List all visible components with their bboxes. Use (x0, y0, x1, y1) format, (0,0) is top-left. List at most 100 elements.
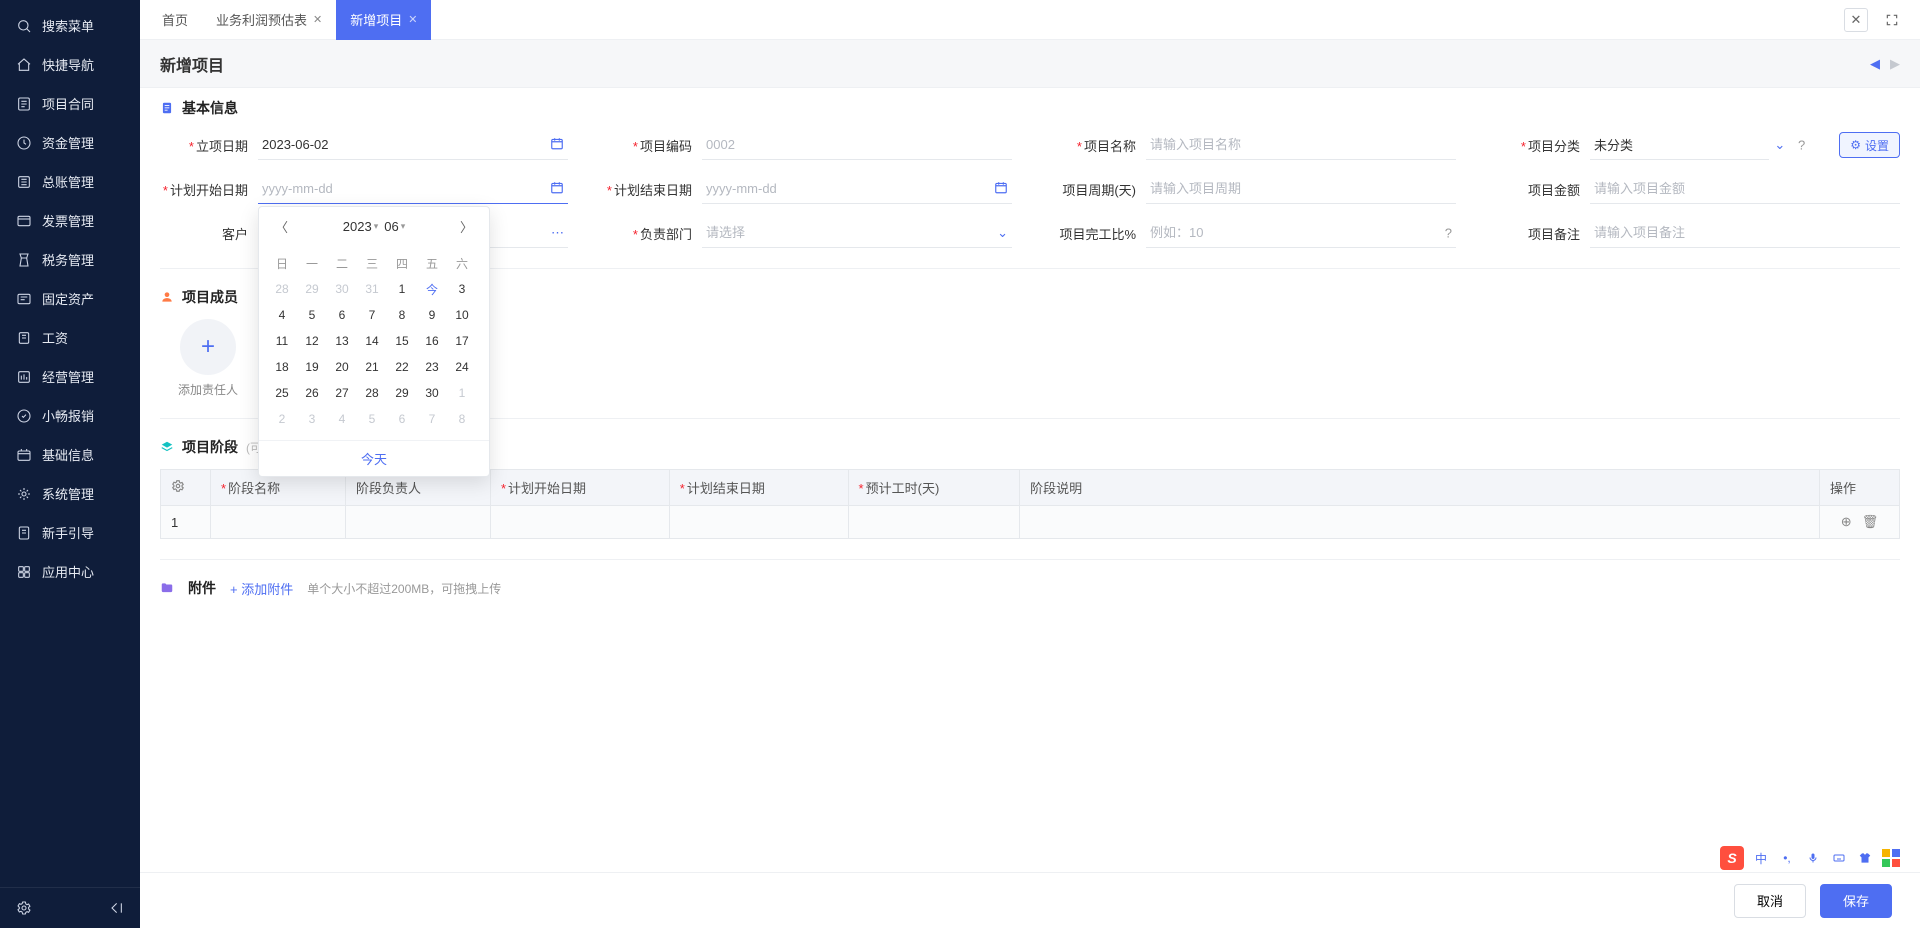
calendar-icon[interactable] (550, 137, 564, 154)
dp-day[interactable]: 7 (357, 302, 387, 328)
dp-day[interactable]: 19 (297, 354, 327, 380)
sidebar-item-quick-nav[interactable]: 快捷导航 (0, 45, 140, 84)
dp-day[interactable]: 30 (417, 380, 447, 406)
delete-row-icon[interactable]: 🗑 (1862, 514, 1879, 530)
cancel-button[interactable]: 取消 (1734, 884, 1806, 918)
dp-day[interactable]: 7 (417, 406, 447, 432)
dp-day[interactable]: 12 (297, 328, 327, 354)
dp-next-icon[interactable]: 〉 (454, 215, 479, 238)
dp-day[interactable]: 5 (297, 302, 327, 328)
help-icon[interactable]: ? (1445, 226, 1452, 241)
dp-day[interactable]: 10 (447, 302, 477, 328)
dp-day[interactable]: 31 (357, 276, 387, 302)
proj-class-select[interactable] (1590, 130, 1769, 160)
sidebar-item-onboarding[interactable]: 新手引导 (0, 513, 140, 552)
dp-prev-icon[interactable]: 〈 (269, 215, 294, 238)
ime-punct-icon[interactable]: •, (1778, 849, 1796, 867)
tab-close-icon[interactable]: ✕ (313, 13, 322, 26)
remark-input[interactable] (1590, 218, 1900, 248)
dp-day[interactable]: 21 (357, 354, 387, 380)
dp-day[interactable]: 27 (327, 380, 357, 406)
dp-day[interactable]: 3 (297, 406, 327, 432)
complete-pct-input[interactable] (1146, 218, 1456, 248)
tab-新增项目[interactable]: 新增项目✕ (336, 0, 431, 40)
ime-skin-icon[interactable] (1856, 849, 1874, 867)
dp-day[interactable]: 22 (387, 354, 417, 380)
calendar-icon[interactable] (550, 181, 564, 198)
save-button[interactable]: 保存 (1820, 884, 1892, 918)
proj-name-input[interactable] (1146, 130, 1456, 160)
chevron-down-icon[interactable]: ⌄ (1774, 137, 1785, 153)
dp-day[interactable]: 17 (447, 328, 477, 354)
dp-day[interactable]: 14 (357, 328, 387, 354)
sidebar-item-system-mgmt[interactable]: 系统管理 (0, 474, 140, 513)
setting-button[interactable]: ⚙设置 (1839, 132, 1900, 158)
ime-lang-icon[interactable]: 中 (1752, 849, 1770, 867)
nav-prev-icon[interactable]: ◀ (1870, 56, 1880, 72)
dp-day[interactable]: 20 (327, 354, 357, 380)
dp-day[interactable]: 9 (417, 302, 447, 328)
sidebar-item-app-center[interactable]: 应用中心 (0, 552, 140, 591)
fullscreen-icon[interactable] (1880, 8, 1904, 32)
tab-close-icon[interactable]: ✕ (408, 13, 417, 26)
dp-day[interactable]: 6 (327, 302, 357, 328)
dp-day[interactable]: 今 (417, 276, 447, 302)
dp-day[interactable]: 24 (447, 354, 477, 380)
sidebar-item-tax-mgmt[interactable]: 税务管理 (0, 240, 140, 279)
dp-day[interactable]: 25 (267, 380, 297, 406)
dp-year-select[interactable]: 2023▾ (343, 219, 378, 234)
dp-day[interactable]: 5 (357, 406, 387, 432)
dp-day[interactable]: 29 (387, 380, 417, 406)
sidebar-item-biz-mgmt[interactable]: 经营管理 (0, 357, 140, 396)
more-icon[interactable]: ⋯ (551, 225, 564, 241)
dp-day[interactable]: 4 (267, 302, 297, 328)
dp-day[interactable]: 16 (417, 328, 447, 354)
sidebar-item-invoice-mgmt[interactable]: 发票管理 (0, 201, 140, 240)
amount-input[interactable] (1590, 174, 1900, 204)
dp-day[interactable]: 1 (387, 276, 417, 302)
dp-day[interactable]: 1 (447, 380, 477, 406)
tab-业务利润预估表[interactable]: 业务利润预估表✕ (202, 0, 336, 40)
dp-day[interactable]: 29 (297, 276, 327, 302)
dp-day[interactable]: 3 (447, 276, 477, 302)
dp-day[interactable]: 6 (387, 406, 417, 432)
dp-day[interactable]: 13 (327, 328, 357, 354)
sidebar-item-search-menu[interactable]: 搜索菜单 (0, 6, 140, 45)
sidebar-item-project-contract[interactable]: 项目合同 (0, 84, 140, 123)
help-icon[interactable]: ? (1798, 138, 1805, 153)
dp-day[interactable]: 23 (417, 354, 447, 380)
ime-toolbox-icon[interactable] (1882, 849, 1900, 867)
ime-mic-icon[interactable] (1804, 849, 1822, 867)
plan-end-input[interactable] (702, 174, 1012, 204)
tab-首页[interactable]: 首页 (148, 0, 202, 40)
dp-day[interactable]: 30 (327, 276, 357, 302)
dept-select[interactable] (702, 218, 1012, 248)
dp-day[interactable]: 28 (267, 276, 297, 302)
gear-icon[interactable] (16, 900, 32, 916)
calendar-icon[interactable] (994, 181, 1008, 198)
col-gear[interactable] (161, 470, 211, 506)
dp-today-button[interactable]: 今天 (361, 452, 387, 467)
plan-start-input[interactable] (258, 174, 568, 204)
dp-day[interactable]: 8 (387, 302, 417, 328)
dp-day[interactable]: 18 (267, 354, 297, 380)
dp-day[interactable]: 11 (267, 328, 297, 354)
ime-keyboard-icon[interactable] (1830, 849, 1848, 867)
add-attachment-button[interactable]: + 添加附件 (230, 579, 293, 598)
collapse-icon[interactable] (108, 900, 124, 916)
sidebar-item-payroll[interactable]: 工资 (0, 318, 140, 357)
dp-day[interactable]: 4 (327, 406, 357, 432)
sidebar-item-general-ledger[interactable]: 总账管理 (0, 162, 140, 201)
nav-next-icon[interactable]: ▶ (1890, 56, 1900, 72)
add-member-button[interactable]: + (180, 319, 236, 375)
dp-day[interactable]: 8 (447, 406, 477, 432)
sidebar-item-expense[interactable]: 小畅报销 (0, 396, 140, 435)
dp-day[interactable]: 15 (387, 328, 417, 354)
dp-day[interactable]: 28 (357, 380, 387, 406)
period-input[interactable] (1146, 174, 1456, 204)
dp-day[interactable]: 2 (267, 406, 297, 432)
dp-month-select[interactable]: 06▾ (384, 219, 405, 234)
dp-day[interactable]: 26 (297, 380, 327, 406)
proj-code-input[interactable] (702, 130, 1012, 160)
chevron-down-icon[interactable]: ⌄ (997, 225, 1008, 241)
